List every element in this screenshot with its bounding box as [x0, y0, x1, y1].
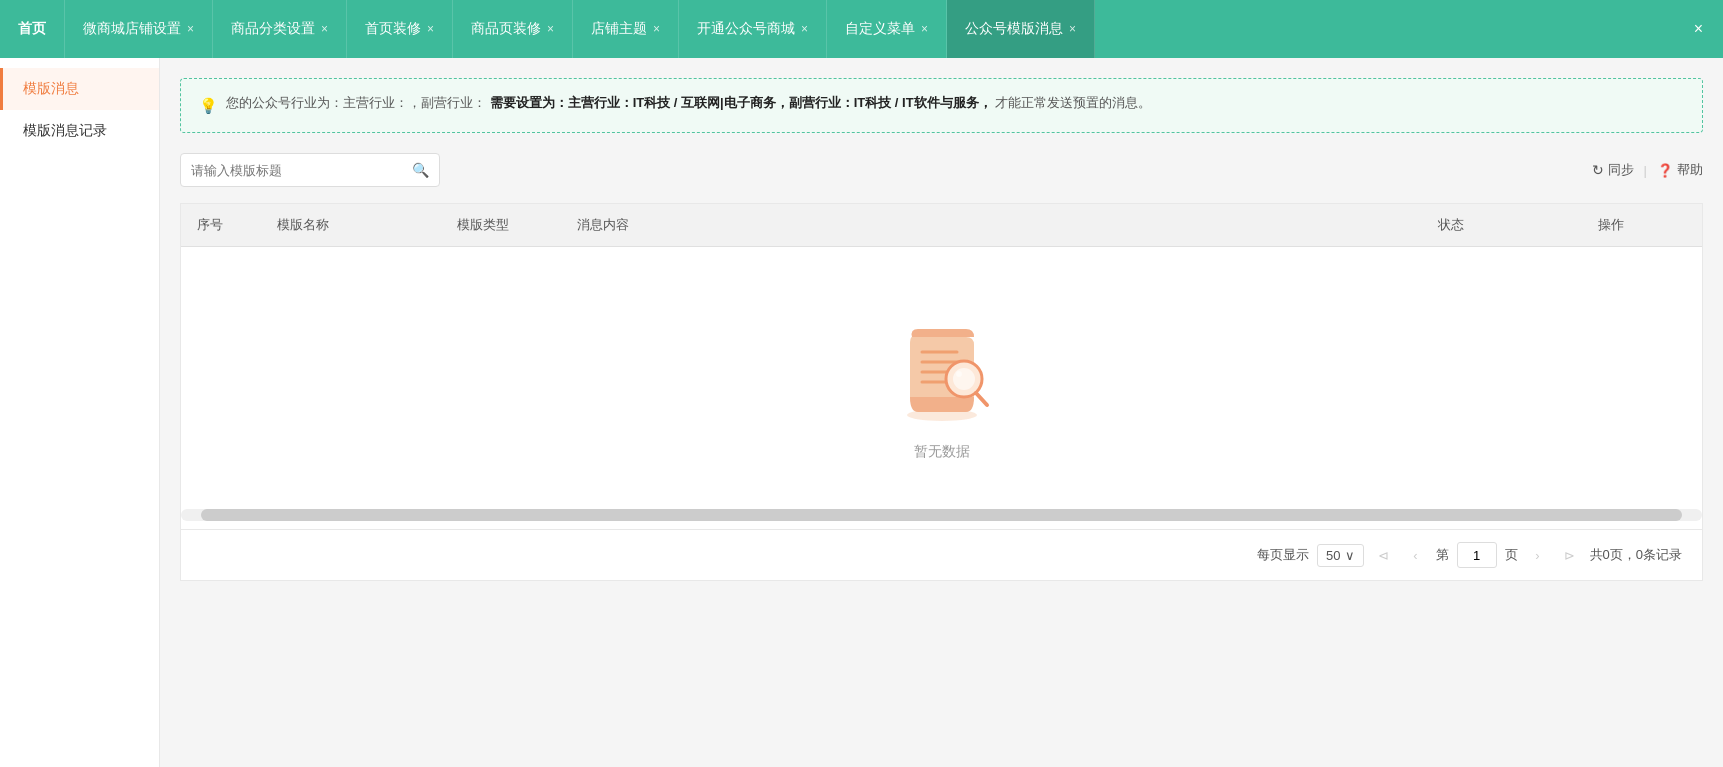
nav-tab-close-3[interactable]: × [427, 22, 434, 36]
data-table: 序号 模版名称 模版类型 消息内容 状态 操作 [180, 203, 1703, 581]
empty-icon [882, 307, 1002, 427]
help-label: 帮助 [1677, 161, 1703, 179]
main-layout: 模版消息模版消息记录 💡 您的公众号行业为：主营行业：，副营行业： 需要设置为：… [0, 58, 1723, 767]
content-area: 💡 您的公众号行业为：主营行业：，副营行业： 需要设置为：主营行业：IT科技 /… [160, 58, 1723, 767]
col-content: 消息内容 [561, 204, 1422, 246]
notice-text: 您的公众号行业为：主营行业：，副营行业： 需要设置为：主营行业：IT科技 / 互… [226, 93, 1151, 114]
per-page-select[interactable]: 50 ∨ [1317, 544, 1363, 567]
total-label: 共0页，0条记录 [1590, 546, 1682, 564]
scrollbar-thumb[interactable] [201, 509, 1682, 521]
col-status: 状态 [1422, 204, 1582, 246]
help-circle-icon: ❓ [1657, 163, 1673, 178]
bulb-icon: 💡 [199, 94, 218, 118]
horizontal-scrollbar[interactable] [181, 509, 1702, 521]
search-icon[interactable]: 🔍 [412, 162, 429, 178]
sidebar-item-0[interactable]: 模版消息 [0, 68, 159, 110]
search-input-wrapper[interactable]: 🔍 [180, 153, 440, 187]
sync-button[interactable]: ↻ 同步 [1592, 161, 1634, 179]
sync-icon: ↻ [1592, 162, 1604, 178]
table-header: 序号 模版名称 模版类型 消息内容 状态 操作 [181, 204, 1702, 247]
nav-tab-4[interactable]: 商品页装修× [453, 0, 573, 58]
svg-line-7 [976, 393, 987, 405]
col-action: 操作 [1582, 204, 1702, 246]
nav-tab-8[interactable]: 公众号模版消息× [947, 0, 1095, 58]
divider: | [1644, 163, 1647, 178]
nav-tab-6[interactable]: 开通公众号商城× [679, 0, 827, 58]
search-actions: ↻ 同步 | ❓ 帮助 [1592, 161, 1703, 179]
sidebar: 模版消息模版消息记录 [0, 58, 160, 767]
nav-tab-1[interactable]: 微商城店铺设置× [65, 0, 213, 58]
nav-tab-2[interactable]: 商品分类设置× [213, 0, 347, 58]
nav-tab-3[interactable]: 首页装修× [347, 0, 453, 58]
svg-point-8 [956, 371, 962, 377]
col-name: 模版名称 [261, 204, 441, 246]
page-label: 第 [1436, 546, 1449, 564]
notice-box: 💡 您的公众号行业为：主营行业：，副营行业： 需要设置为：主营行业：IT科技 /… [180, 78, 1703, 133]
nav-tab-close-8[interactable]: × [1069, 22, 1076, 36]
prev-page-button[interactable]: ‹ [1404, 543, 1428, 567]
help-button[interactable]: ❓ 帮助 [1657, 161, 1703, 179]
last-page-button[interactable]: ⊳ [1558, 543, 1582, 567]
sidebar-item-1[interactable]: 模版消息记录 [0, 110, 159, 152]
sync-label: 同步 [1608, 161, 1634, 179]
svg-point-6 [953, 368, 975, 390]
nav-tab-close-7[interactable]: × [921, 22, 928, 36]
col-type: 模版类型 [441, 204, 561, 246]
top-navigation: 首页微商城店铺设置×商品分类设置×首页装修×商品页装修×店铺主题×开通公众号商城… [0, 0, 1723, 58]
nav-tab-5[interactable]: 店铺主题× [573, 0, 679, 58]
nav-tab-0[interactable]: 首页 [0, 0, 65, 58]
nav-tab-close-2[interactable]: × [321, 22, 328, 36]
nav-tab-close-4[interactable]: × [547, 22, 554, 36]
empty-text: 暂无数据 [914, 443, 970, 461]
notice-highlight: 需要设置为：主营行业：IT科技 / 互联网|电子商务，副营行业：IT科技 / I… [490, 95, 992, 110]
per-page-label: 每页显示 [1257, 546, 1309, 564]
per-page-value: 50 [1326, 548, 1340, 563]
pagination: 每页显示 50 ∨ ⊲ ‹ 第 页 › ⊳ 共0页，0条记录 [181, 529, 1702, 580]
search-bar: 🔍 ↻ 同步 | ❓ 帮助 [180, 153, 1703, 187]
nav-tab-close-5[interactable]: × [653, 22, 660, 36]
empty-state: 暂无数据 [181, 247, 1702, 501]
chevron-down-icon: ∨ [1345, 548, 1355, 563]
page-suffix: 页 [1505, 546, 1518, 564]
nav-tab-7[interactable]: 自定义菜单× [827, 0, 947, 58]
col-index: 序号 [181, 204, 261, 246]
close-all-button[interactable]: × [1674, 0, 1723, 58]
search-input[interactable] [191, 163, 412, 178]
first-page-button[interactable]: ⊲ [1372, 543, 1396, 567]
nav-tab-close-6[interactable]: × [801, 22, 808, 36]
next-page-button[interactable]: › [1526, 543, 1550, 567]
nav-tab-close-1[interactable]: × [187, 22, 194, 36]
page-input[interactable] [1457, 542, 1497, 568]
